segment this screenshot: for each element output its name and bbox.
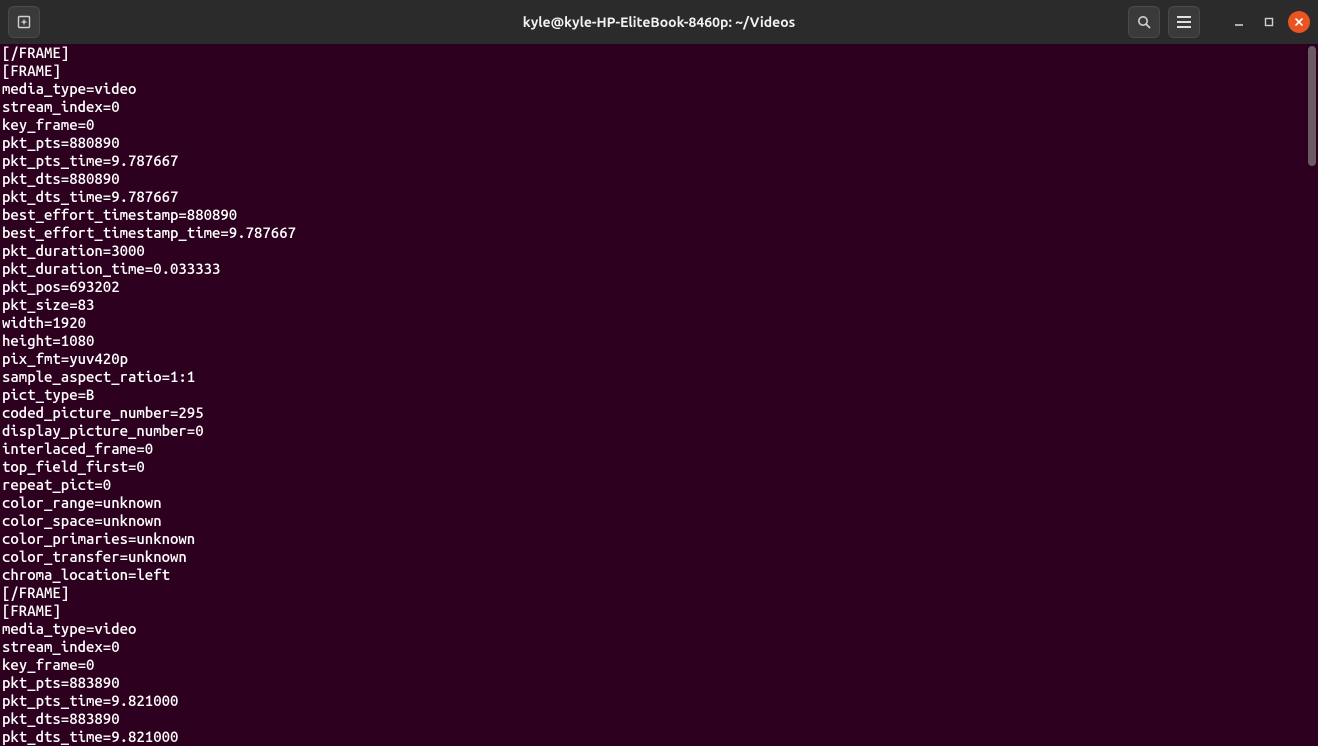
terminal-output: [/FRAME] [FRAME] media_type=video stream… bbox=[0, 44, 1318, 746]
scrollbar-thumb[interactable] bbox=[1308, 46, 1316, 166]
close-icon bbox=[1294, 17, 1304, 27]
search-icon bbox=[1136, 14, 1152, 30]
window-title: kyle@kyle-HP-EliteBook-8460p: ~/Videos bbox=[523, 14, 795, 30]
minimize-icon bbox=[1233, 16, 1245, 28]
maximize-icon bbox=[1263, 16, 1275, 28]
maximize-button[interactable] bbox=[1258, 11, 1280, 33]
minimize-button[interactable] bbox=[1228, 11, 1250, 33]
new-tab-button[interactable] bbox=[8, 6, 40, 38]
new-tab-icon bbox=[16, 14, 32, 30]
terminal-area[interactable]: [/FRAME] [FRAME] media_type=video stream… bbox=[0, 44, 1318, 741]
menu-button[interactable] bbox=[1168, 6, 1200, 38]
hamburger-icon bbox=[1177, 16, 1191, 28]
close-button[interactable] bbox=[1288, 11, 1310, 33]
search-button[interactable] bbox=[1128, 6, 1160, 38]
titlebar: kyle@kyle-HP-EliteBook-8460p: ~/Videos bbox=[0, 0, 1318, 44]
